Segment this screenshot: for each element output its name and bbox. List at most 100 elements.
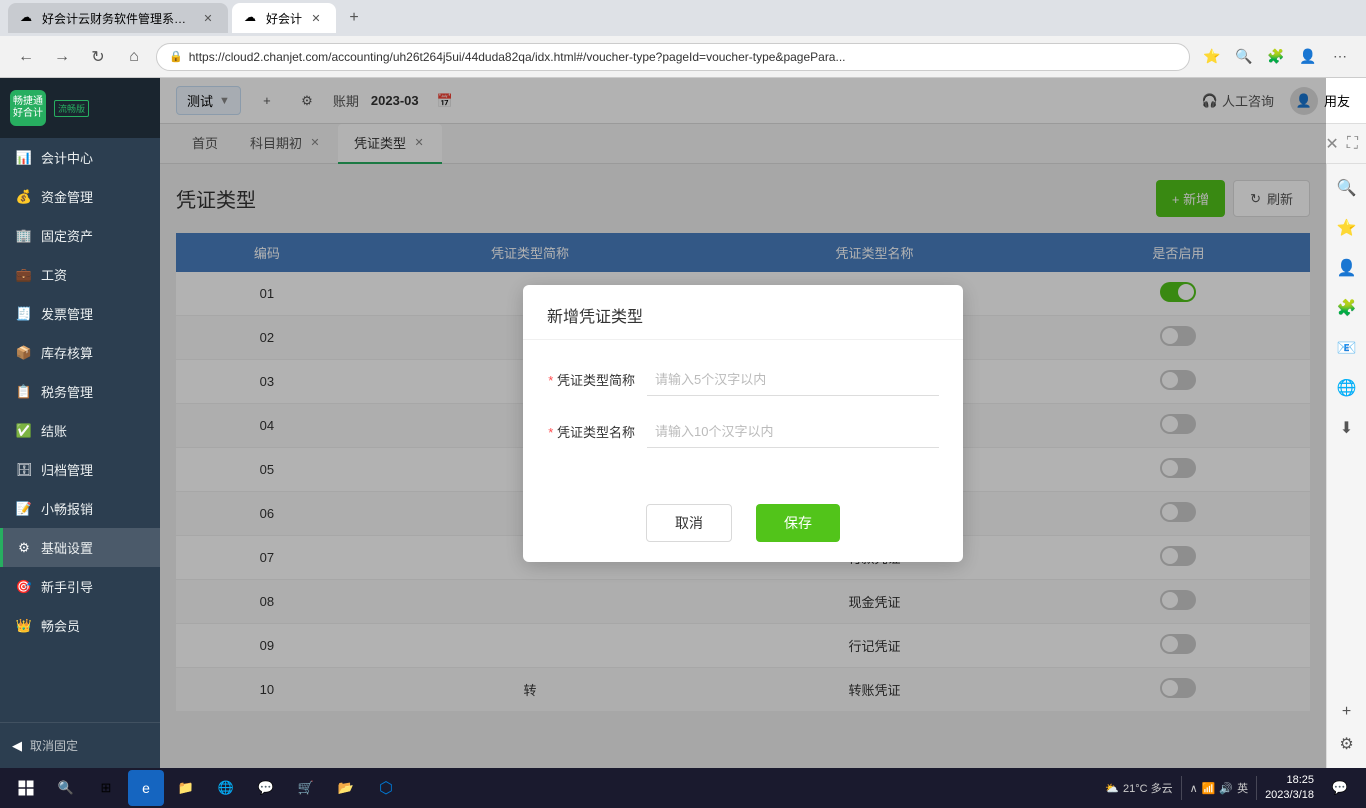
sidebar-label-tax: 税务管理 [41, 382, 93, 401]
refresh-button[interactable]: ↻ [84, 43, 112, 71]
browser-tab-1[interactable]: ☁ 好会计云财务软件管理系统_会计 ✕ [8, 3, 228, 33]
sidebar-item-inventory[interactable]: 📦 库存核算 [0, 333, 160, 372]
sidebar-item-dashboard[interactable]: 📊 会计中心 [0, 138, 160, 177]
tab2-title: 好会计 [266, 10, 302, 27]
more-icon[interactable]: ⋯ [1326, 43, 1354, 71]
taskbar-folder[interactable]: 📂 [328, 770, 364, 806]
sidebar: 畅捷通好合计 流畅版 📊 会计中心 💰 资金管理 🏢 固定资产 💼 工资 🧾 发… [0, 78, 160, 768]
tab2-close[interactable]: ✕ [308, 10, 324, 26]
sidebar-item-checkout[interactable]: ✅ 结账 [0, 411, 160, 450]
user-label: 用友 [1324, 91, 1350, 110]
short-name-label: * 凭证类型简称 [547, 370, 647, 389]
right-user-button[interactable]: 👤 [1331, 252, 1363, 284]
sidebar-item-invoice[interactable]: 🧾 发票管理 [0, 294, 160, 333]
sidebar-label-settings: 基础设置 [41, 538, 93, 557]
assets-icon: 🏢 [15, 227, 33, 245]
capital-icon: 💰 [15, 188, 33, 206]
taskbar-weather[interactable]: ⛅ 21°C 多云 [1105, 780, 1172, 796]
unpin-button[interactable]: ◀ 取消固定 [12, 731, 148, 760]
lang-indicator: 英 [1237, 780, 1248, 796]
right-translate-button[interactable]: 🌐 [1331, 372, 1363, 404]
browser-tab-2[interactable]: ☁ 好会计 ✕ [232, 3, 336, 33]
address-bar: ← → ↻ ⌂ 🔒 https://cloud2.chanjet.com/acc… [0, 36, 1366, 78]
app-container: 畅捷通好合计 流畅版 📊 会计中心 💰 资金管理 🏢 固定资产 💼 工资 🧾 发… [0, 78, 1366, 768]
sidebar-item-tax[interactable]: 📋 税务管理 [0, 372, 160, 411]
forward-button[interactable]: → [48, 43, 76, 71]
save-button[interactable]: 保存 [756, 504, 840, 542]
sidebar-item-settings[interactable]: ⚙ 基础设置 [0, 528, 160, 567]
lock-icon: 🔒 [169, 50, 183, 63]
sidebar-item-capital[interactable]: 💰 资金管理 [0, 177, 160, 216]
address-input[interactable]: 🔒 https://cloud2.chanjet.com/accounting/… [156, 43, 1190, 71]
sidebar-label-capital: 资金管理 [41, 187, 93, 206]
sidebar-label-expense: 小畅报销 [41, 499, 93, 518]
short-name-input[interactable] [647, 364, 939, 396]
sidebar-item-expense[interactable]: 📝 小畅报销 [0, 489, 160, 528]
unpin-label: 取消固定 [30, 737, 78, 754]
taskbar-files[interactable]: 📁 [168, 770, 204, 806]
time-display: 18:25 [1265, 773, 1314, 788]
start-button[interactable] [8, 770, 44, 806]
back-button[interactable]: ← [12, 43, 40, 71]
taskbar-wechat[interactable]: 💬 [248, 770, 284, 806]
right-search-button[interactable]: 🔍 [1331, 172, 1363, 204]
right-download-button[interactable]: ⬇ [1331, 412, 1363, 444]
form-row-name: * 凭证类型名称 [547, 416, 939, 448]
member-icon: 👑 [15, 617, 33, 635]
logo-text: 流畅版 [54, 100, 89, 117]
taskbar-search[interactable]: 🔍 [48, 770, 84, 806]
sidebar-label-payroll: 工资 [41, 265, 67, 284]
notification-center[interactable]: 💬 [1322, 770, 1358, 806]
logo-badge: 流畅版 [54, 100, 89, 117]
address-text: https://cloud2.chanjet.com/accounting/uh… [189, 50, 846, 64]
inventory-icon: 📦 [15, 344, 33, 362]
right-star-button[interactable]: ⭐ [1331, 212, 1363, 244]
extensions-icon[interactable]: 🧩 [1262, 43, 1290, 71]
taskbar-time[interactable]: 18:25 2023/3/18 [1265, 773, 1314, 804]
name-input[interactable] [647, 416, 939, 448]
sidebar-item-payroll[interactable]: 💼 工资 [0, 255, 160, 294]
expand-icon[interactable]: ⛶ [1347, 135, 1358, 153]
taskbar-edge2[interactable]: ⬡ [368, 770, 404, 806]
close-tab-icon[interactable]: ✕ [1325, 134, 1338, 154]
taskbar-notifications[interactable]: ∧ 📶 🔊 英 [1190, 780, 1248, 796]
new-tab-button[interactable]: + [340, 4, 368, 32]
taskbar-store[interactable]: 🛒 [288, 770, 324, 806]
checkout-icon: ✅ [15, 422, 33, 440]
form-row-short: * 凭证类型简称 [547, 364, 939, 396]
taskbar-sep-2 [1256, 776, 1257, 800]
tab1-close[interactable]: ✕ [200, 10, 216, 26]
browser-actions: ⭐ 🔍 🧩 👤 ⋯ [1198, 43, 1354, 71]
taskbar-edge[interactable]: e [128, 770, 164, 806]
sidebar-label-inventory: 库存核算 [41, 343, 93, 362]
taskbar-chrome[interactable]: 🌐 [208, 770, 244, 806]
tab-search-icon[interactable]: 🔍 [1230, 43, 1258, 71]
taskbar-right: ⛅ 21°C 多云 ∧ 📶 🔊 英 18:25 2023/3/18 💬 [1105, 770, 1358, 806]
right-outlook-button[interactable]: 📧 [1331, 332, 1363, 364]
modal-header: 新增凭证类型 [523, 285, 963, 340]
tab1-title: 好会计云财务软件管理系统_会计 [42, 10, 194, 27]
sidebar-label-archive: 归档管理 [41, 460, 93, 479]
sidebar-item-assets[interactable]: 🏢 固定资产 [0, 216, 160, 255]
right-add-button[interactable]: + [1331, 696, 1363, 728]
sidebar-bottom: ◀ 取消固定 [0, 722, 160, 768]
sidebar-item-archive[interactable]: 🗄 归档管理 [0, 450, 160, 489]
cancel-button[interactable]: 取消 [646, 504, 732, 542]
sidebar-item-member[interactable]: 👑 畅会员 [0, 606, 160, 645]
favorites-icon[interactable]: ⭐ [1198, 43, 1226, 71]
right-settings-button[interactable]: ⚙ [1331, 728, 1363, 760]
sidebar-label-dashboard: 会计中心 [41, 148, 93, 167]
required-mark-2: * [548, 425, 553, 440]
sidebar-logo: 畅捷通好合计 流畅版 [0, 78, 160, 138]
taskbar-icons: 🔍 ⊞ e 📁 🌐 💬 🛒 📂 ⬡ [48, 770, 404, 806]
sidebar-item-guide[interactable]: 🎯 新手引导 [0, 567, 160, 606]
profile-icon[interactable]: 👤 [1294, 43, 1322, 71]
up-icon: ∧ [1190, 782, 1198, 795]
right-extension-button[interactable]: 🧩 [1331, 292, 1363, 324]
modal-title: 新增凭证类型 [547, 303, 643, 327]
taskbar-task-view[interactable]: ⊞ [88, 770, 124, 806]
home-button[interactable]: ⌂ [120, 43, 148, 71]
tab-bar: ☁ 好会计云财务软件管理系统_会计 ✕ ☁ 好会计 ✕ + [0, 0, 1366, 36]
sidebar-label-member: 畅会员 [41, 616, 80, 635]
invoice-icon: 🧾 [15, 305, 33, 323]
